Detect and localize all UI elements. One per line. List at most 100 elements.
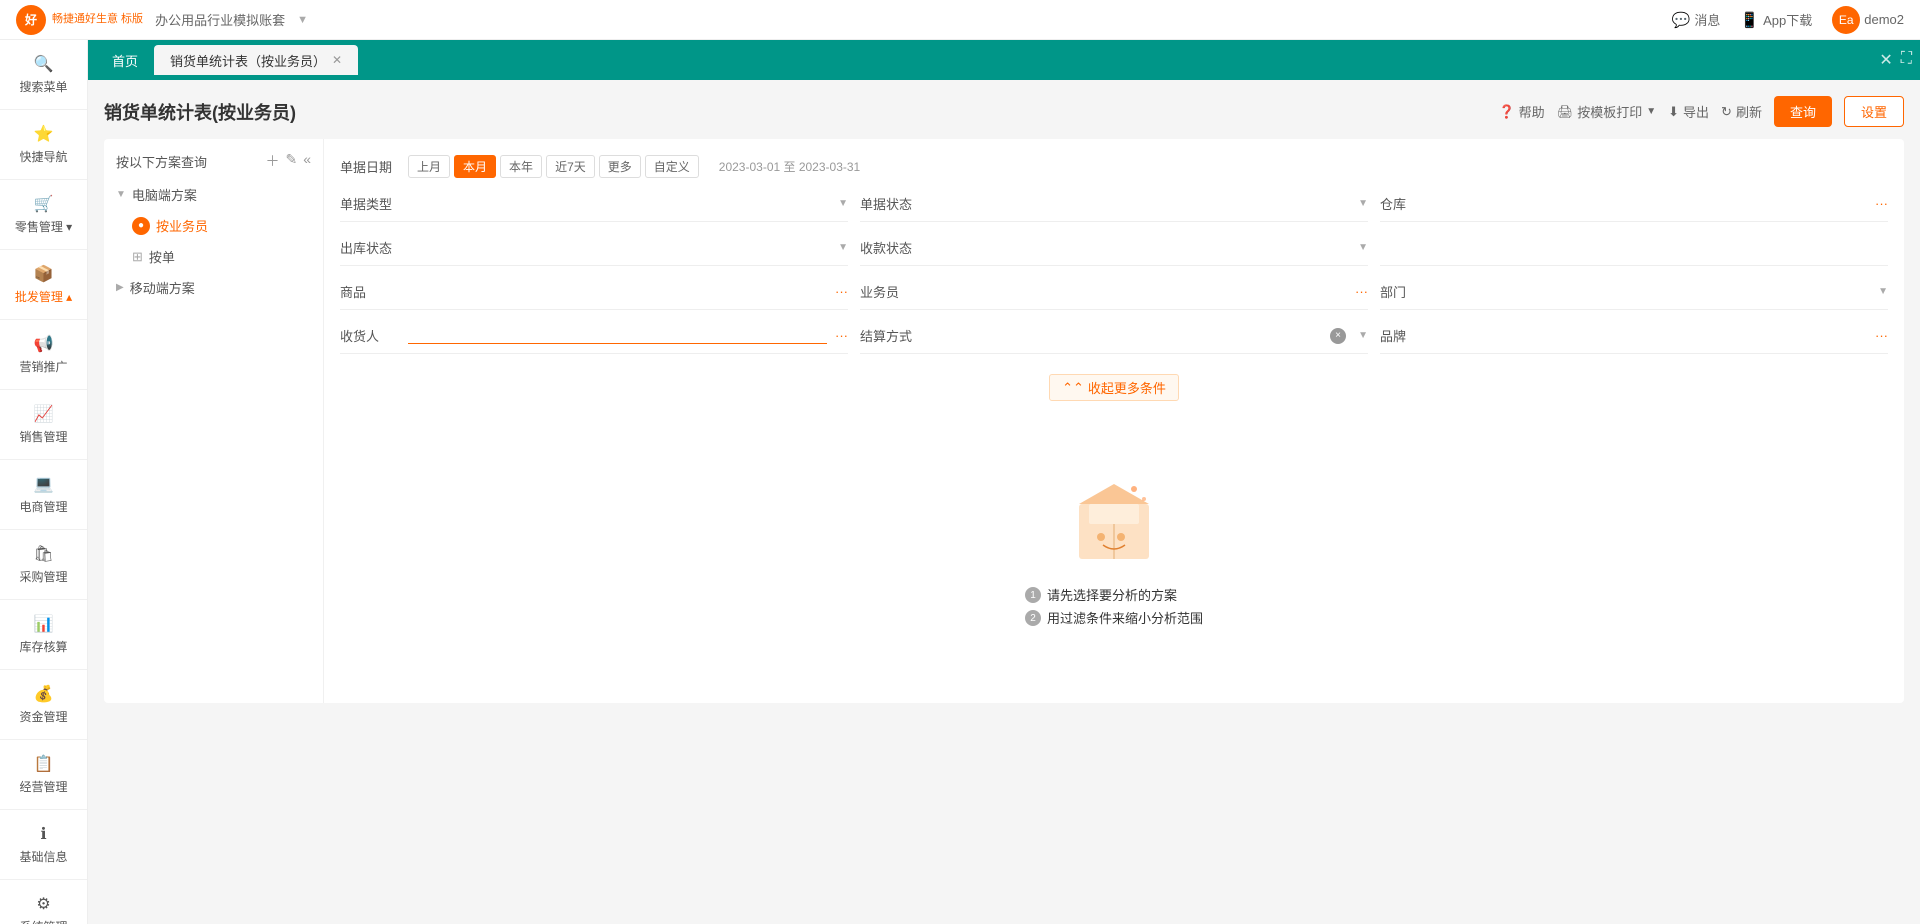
sidebar-item-search[interactable]: 🔍 搜索菜单	[0, 40, 87, 110]
filter-group-4: 收货人 ··· 结算方式 × ▼	[340, 322, 1888, 354]
sidebar-item-quicknav[interactable]: ⭐ 快捷导航	[0, 110, 87, 180]
help-btn[interactable]: ❓ 帮助	[1498, 102, 1544, 121]
receiver-input[interactable]	[408, 328, 827, 344]
date-btn-lastmonth[interactable]: 上月	[408, 155, 450, 178]
order-scheme-icon: ⊞	[132, 249, 143, 265]
dept-label: 部门	[1380, 282, 1440, 301]
tab-home-label: 首页	[112, 51, 138, 70]
refresh-btn[interactable]: ↻ 刷新	[1721, 102, 1762, 121]
payment-label: 结算方式	[860, 326, 920, 345]
message-label: 消息	[1694, 10, 1720, 29]
message-btn[interactable]: 💬 消息	[1672, 10, 1721, 29]
warehouse-dots-icon[interactable]: ···	[1875, 196, 1888, 211]
avatar-text: Ea	[1839, 13, 1854, 27]
sidebar-item-operations[interactable]: 📋 经营管理	[0, 740, 87, 810]
sidebar-item-wholesale[interactable]: 📦 批发管理 ▴	[0, 250, 87, 320]
sidebar-label-purchase: 采购管理	[8, 568, 79, 585]
tab-close-icon[interactable]: ✕	[332, 53, 342, 67]
empty-state: 1 请先选择要分析的方案 2 用过滤条件来缩小分析范围	[340, 409, 1888, 687]
receiver-dots-icon[interactable]: ···	[835, 328, 848, 343]
user-profile[interactable]: Ea demo2	[1832, 6, 1904, 34]
tab-bar-actions: ✕ ⛶	[1879, 50, 1912, 70]
date-btn-more[interactable]: 更多	[599, 155, 641, 178]
sidebar-item-system[interactable]: ⚙ 系统管理	[0, 880, 87, 924]
doc-type-label: 单据类型	[340, 194, 400, 213]
brand-dots-icon[interactable]: ···	[1875, 328, 1888, 343]
date-btn-thismonth[interactable]: 本月	[454, 155, 496, 178]
filter-brand: 品牌 ···	[1380, 322, 1888, 354]
message-icon: 💬	[1672, 11, 1691, 29]
empty-tips: 1 请先选择要分析的方案 2 用过滤条件来缩小分析范围	[1025, 585, 1203, 627]
filter-receipt-status: 收款状态 ▼	[860, 234, 1368, 266]
warehouse-label: 仓库	[1380, 194, 1440, 213]
top-bar-left: 好 畅捷通好生意 标版 办公用品行业模拟账套 ▼	[16, 5, 308, 35]
sidebar-item-marketing[interactable]: 📢 营销推广	[0, 320, 87, 390]
filter-doc-status: 单据状态 ▼	[860, 190, 1368, 222]
tree-mobile-scheme[interactable]: ▶ 移动端方案	[104, 272, 323, 303]
app-download-btn[interactable]: 📱 App下载	[1740, 10, 1812, 29]
logo-circle: 好	[16, 5, 46, 35]
staff-label: 业务员	[860, 282, 920, 301]
inventory-icon: 📊	[8, 614, 79, 634]
main-card: 按以下方案查询 ＋ ✎ « ▼ 电脑端方案	[104, 139, 1904, 703]
export-label: 导出	[1683, 102, 1709, 121]
doc-status-arrow-icon[interactable]: ▼	[1358, 198, 1368, 209]
sidebar-item-ecommerce[interactable]: 💻 电商管理	[0, 460, 87, 530]
sidebar-item-inventory[interactable]: 📊 库存核算	[0, 600, 87, 670]
scheme-badge: ●	[132, 217, 150, 235]
tip-num-1: 1	[1025, 587, 1041, 603]
tree-order-label: 按单	[149, 247, 175, 266]
goods-dots-icon[interactable]: ···	[835, 284, 848, 299]
tab-minimize-btn[interactable]: ✕	[1879, 50, 1892, 70]
main-layout: 🔍 搜索菜单 ⭐ 快捷导航 🛒 零售管理 ▾ 📦 批发管理 ▴ 📢 营销推广 📈	[0, 40, 1920, 924]
app-download-icon: 📱	[1740, 11, 1759, 29]
sidebar-item-purchase[interactable]: 🛍 采购管理	[0, 530, 87, 600]
top-title-arrow[interactable]: ▼	[297, 14, 308, 26]
sidebar-item-retail[interactable]: 🛒 零售管理 ▾	[0, 180, 87, 250]
collapse-btn[interactable]: ⌃⌃ 收起更多条件	[1049, 374, 1179, 401]
sidebar-label-operations: 经营管理	[8, 778, 79, 795]
date-range-text: 2023-03-01 至 2023-03-31	[719, 158, 860, 175]
add-scheme-btn[interactable]: ＋	[265, 151, 279, 171]
tab-home[interactable]: 首页	[96, 45, 154, 75]
left-panel-actions: ＋ ✎ «	[265, 151, 311, 171]
tree-staff-scheme[interactable]: ● 按业务员	[104, 210, 323, 241]
tree-order-scheme[interactable]: ⊞ 按单	[104, 241, 323, 272]
collapse-scheme-btn[interactable]: «	[303, 151, 311, 171]
edit-scheme-btn[interactable]: ✎	[285, 151, 297, 171]
brand-label: 品牌	[1380, 326, 1440, 345]
tab-sales-report[interactable]: 销货单统计表（按业务员） ✕	[154, 45, 358, 75]
doc-type-arrow-icon[interactable]: ▼	[838, 198, 848, 209]
app-download-label: App下载	[1763, 10, 1812, 29]
filter-staff: 业务员 ···	[860, 278, 1368, 310]
filter-payment: 结算方式 × ▼	[860, 322, 1368, 354]
date-btn-thisyear[interactable]: 本年	[500, 155, 542, 178]
help-icon: ❓	[1498, 104, 1514, 120]
wholesale-icon: 📦	[8, 264, 79, 284]
sidebar-label-inventory: 库存核算	[8, 638, 79, 655]
sidebar: 🔍 搜索菜单 ⭐ 快捷导航 🛒 零售管理 ▾ 📦 批发管理 ▴ 📢 营销推广 📈	[0, 40, 88, 924]
tree-expand-icon: ▼	[116, 189, 126, 200]
payment-arrow-icon[interactable]: ▼	[1358, 330, 1368, 341]
sidebar-item-finance[interactable]: 💰 资金管理	[0, 670, 87, 740]
export-btn[interactable]: ⬇ 导出	[1668, 102, 1709, 121]
staff-dots-icon[interactable]: ···	[1355, 284, 1368, 299]
payment-clear-btn[interactable]: ×	[1330, 328, 1346, 344]
tab-maximize-btn[interactable]: ⛶	[1901, 50, 1912, 70]
date-btn-custom[interactable]: 自定义	[645, 155, 699, 178]
out-status-arrow-icon[interactable]: ▼	[838, 242, 848, 253]
collapse-icon: ⌃⌃	[1062, 380, 1084, 396]
right-panel: 单据日期 上月 本月 本年 近7天 更多 自定义 2023-03-01 至 20…	[324, 139, 1904, 703]
sidebar-item-basic[interactable]: ℹ 基础信息	[0, 810, 87, 880]
sidebar-item-sales[interactable]: 📈 销售管理	[0, 390, 87, 460]
tip-num-2: 2	[1025, 610, 1041, 626]
dept-arrow-icon[interactable]: ▼	[1878, 286, 1888, 297]
empty-illustration	[1059, 469, 1169, 569]
tree-pc-scheme[interactable]: ▼ 电脑端方案	[104, 179, 323, 210]
print-btn[interactable]: 🖨 按模板打印 ▼	[1557, 102, 1656, 121]
query-btn[interactable]: 查询	[1774, 96, 1832, 127]
settings-btn[interactable]: 设置	[1844, 96, 1904, 127]
receipt-status-arrow-icon[interactable]: ▼	[1358, 242, 1368, 253]
tree-staff-label: 按业务员	[156, 216, 208, 235]
date-btn-last7[interactable]: 近7天	[546, 155, 595, 178]
